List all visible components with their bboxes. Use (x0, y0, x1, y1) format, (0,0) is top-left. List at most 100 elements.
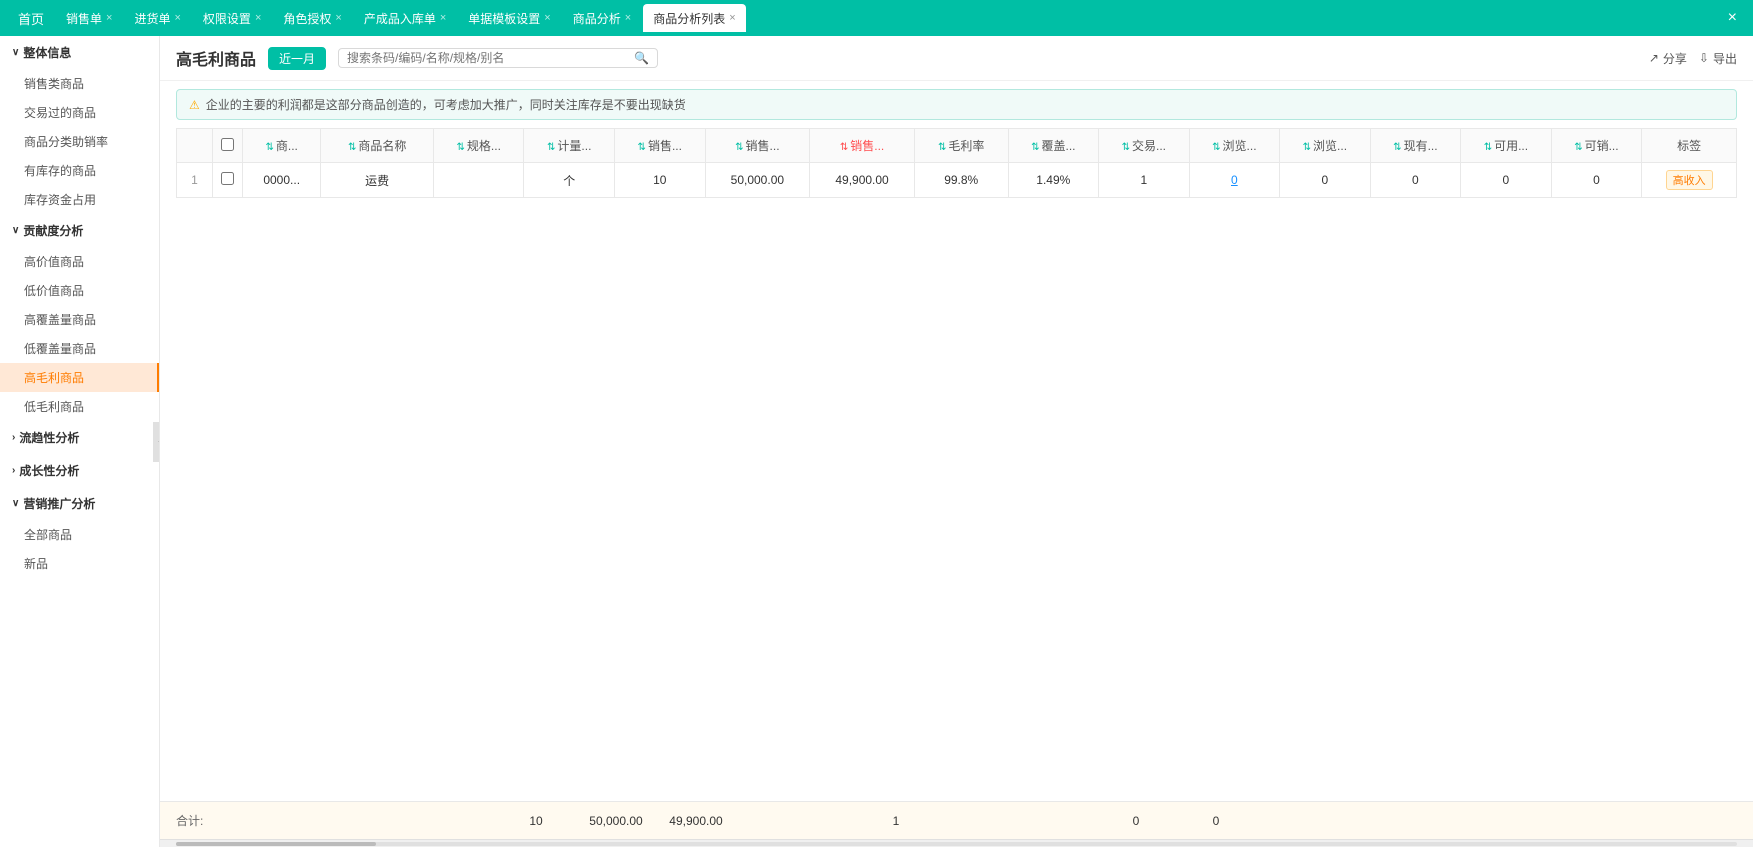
footer-available-stock: 0 (1176, 814, 1256, 828)
share-button[interactable]: ↗ 分享 (1649, 50, 1687, 67)
page-title: 高毛利商品 (176, 46, 256, 70)
table-header: ⇅商... ⇅商品名称 ⇅规格... ⇅计量... ⇅销售... ⇅销售... … (177, 129, 1737, 163)
row-available-stock: 0 (1461, 163, 1552, 198)
row-coverage: 1.49% (1008, 163, 1099, 198)
sidebar-collapse-button[interactable]: « (153, 422, 160, 462)
main-layout: « ∨整体信息销售类商品交易过的商品商品分类助销率有库存的商品库存资金占用∨贡献… (0, 36, 1753, 847)
col-saleable-stock-header[interactable]: ⇅可销... (1551, 129, 1642, 163)
nav-tab-0[interactable]: 销售单× (56, 4, 122, 32)
sidebar-item-0-0[interactable]: 销售类商品 (0, 69, 159, 98)
nav-tab-3[interactable]: 角色授权× (273, 4, 351, 32)
sidebar-item-4-1[interactable]: 新品 (0, 549, 159, 578)
nav-home[interactable]: 首页 (8, 9, 54, 28)
col-browse2-header[interactable]: ⇅浏览... (1280, 129, 1371, 163)
nav-tab-close-6[interactable]: × (625, 12, 631, 24)
row-transactions: 1 (1099, 163, 1190, 198)
footer-current-stock: 0 (1096, 814, 1176, 828)
nav-tab-close-2[interactable]: × (255, 12, 261, 24)
scrollbar-thumb[interactable] (176, 842, 376, 846)
product-table: ⇅商... ⇅商品名称 ⇅规格... ⇅计量... ⇅销售... ⇅销售... … (176, 128, 1737, 198)
row-margin-rate: 99.8% (914, 163, 1008, 198)
sidebar-item-1-1[interactable]: 低价值商品 (0, 276, 159, 305)
sidebar-section-title-4[interactable]: ∨营销推广分析 (0, 487, 159, 520)
nav-tab-4[interactable]: 产成品入库单× (354, 4, 456, 32)
footer-label: 合计: (176, 812, 296, 829)
row-spec (433, 163, 524, 198)
nav-tab-close-4[interactable]: × (440, 12, 446, 24)
export-icon: ⇩ (1699, 51, 1709, 65)
row-checkbox-cell (213, 163, 243, 198)
nav-tab-close-0[interactable]: × (106, 12, 112, 24)
sidebar-section-title-3[interactable]: ›成长性分析 (0, 454, 159, 487)
row-sales-amount: 50,000.00 (705, 163, 810, 198)
nav-tab-close-1[interactable]: × (174, 12, 180, 24)
col-name-header[interactable]: ⇅商品名称 (321, 129, 434, 163)
info-banner: ⚠ 企业的主要的利润都是这部分商品创造的，可考虑加大推广，同时关注库存是不要出现… (176, 89, 1737, 120)
row-checkbox[interactable] (221, 172, 234, 185)
scrollbar-track (176, 842, 1737, 846)
sidebar-item-1-0[interactable]: 高价值商品 (0, 247, 159, 276)
info-banner-text: 企业的主要的利润都是这部分商品创造的，可考虑加大推广，同时关注库存是不要出现缺货 (206, 96, 686, 113)
top-navigation: 首页 销售单×进货单×权限设置×角色授权×产成品入库单×单据模板设置×商品分析×… (0, 0, 1753, 36)
nav-tab-2[interactable]: 权限设置× (193, 4, 271, 32)
col-sales-qty-header[interactable]: ⇅销售... (615, 129, 706, 163)
table-footer: 合计: 10 50,000.00 49,900.00 1 0 0 (160, 801, 1753, 839)
col-available-stock-header[interactable]: ⇅可用... (1461, 129, 1552, 163)
nav-tab-close-3[interactable]: × (335, 12, 341, 24)
tag-badge: 高收入 (1666, 170, 1713, 190)
select-all-checkbox[interactable] (221, 138, 234, 151)
nav-tab-close-7[interactable]: × (729, 12, 735, 24)
footer-cells: 10 50,000.00 49,900.00 1 0 0 (296, 814, 1737, 828)
sidebar-item-0-3[interactable]: 有库存的商品 (0, 156, 159, 185)
sidebar-item-1-5[interactable]: 低毛利商品 (0, 392, 159, 421)
row-tag: 高收入 (1642, 163, 1737, 198)
sidebar-section-2: ›流趋性分析 (0, 421, 159, 454)
col-checkbox (213, 129, 243, 163)
row-current-stock: 0 (1370, 163, 1461, 198)
sidebar-item-1-4[interactable]: 高毛利商品 (0, 363, 159, 392)
content-area: 高毛利商品 近一月 🔍 ↗ 分享 ⇩ 导出 ⚠ 企业的主要的利润都是这部分商品创… (160, 36, 1753, 847)
sidebar-item-0-2[interactable]: 商品分类助销率 (0, 127, 159, 156)
col-header[interactable]: ⇅商... (243, 129, 321, 163)
table-body: 1 0000... 运费 个 10 50,000.00 49,900.00 99… (177, 163, 1737, 198)
sidebar-item-1-3[interactable]: 低覆盖量商品 (0, 334, 159, 363)
row-code: 0000... (243, 163, 321, 198)
content-header: 高毛利商品 近一月 🔍 ↗ 分享 ⇩ 导出 (160, 36, 1753, 81)
export-button[interactable]: ⇩ 导出 (1699, 50, 1737, 67)
sidebar-section-title-2[interactable]: ›流趋性分析 (0, 421, 159, 454)
sidebar-item-0-1[interactable]: 交易过的商品 (0, 98, 159, 127)
col-current-stock-header[interactable]: ⇅现有... (1370, 129, 1461, 163)
sidebar-section-1: ∨贡献度分析高价值商品低价值商品高覆盖量商品低覆盖量商品高毛利商品低毛利商品 (0, 214, 159, 421)
col-unit-header[interactable]: ⇅计量... (524, 129, 615, 163)
bottom-scrollbar[interactable] (160, 839, 1753, 847)
col-transactions-header[interactable]: ⇅交易... (1099, 129, 1190, 163)
header-actions: ↗ 分享 ⇩ 导出 (1649, 50, 1737, 67)
col-margin-header[interactable]: ⇅毛利率 (914, 129, 1008, 163)
close-all-tabs-button[interactable]: × (1720, 9, 1745, 27)
col-spec-header[interactable]: ⇅规格... (433, 129, 524, 163)
row-browse1[interactable]: 0 (1189, 163, 1280, 198)
search-icon[interactable]: 🔍 (634, 51, 649, 65)
table-container: ⇅商... ⇅商品名称 ⇅规格... ⇅计量... ⇅销售... ⇅销售... … (160, 128, 1753, 801)
col-sales-amount-header[interactable]: ⇅销售... (705, 129, 810, 163)
sidebar-item-0-4[interactable]: 库存资金占用 (0, 185, 159, 214)
col-sales-profit-header[interactable]: ⇅销售... (810, 129, 915, 163)
sidebar-item-4-0[interactable]: 全部商品 (0, 520, 159, 549)
filter-recent-month-button[interactable]: 近一月 (268, 47, 326, 70)
sidebar-section-title-1[interactable]: ∨贡献度分析 (0, 214, 159, 247)
row-num: 1 (177, 163, 213, 198)
nav-tab-close-5[interactable]: × (544, 12, 550, 24)
nav-tab-6[interactable]: 商品分析× (563, 4, 641, 32)
nav-tab-5[interactable]: 单据模板设置× (458, 4, 560, 32)
sidebar-item-1-2[interactable]: 高覆盖量商品 (0, 305, 159, 334)
row-name: 运费 (321, 163, 434, 198)
nav-tab-1[interactable]: 进货单× (124, 4, 190, 32)
col-browse1-header[interactable]: ⇅浏览... (1189, 129, 1280, 163)
search-input[interactable] (347, 51, 628, 65)
col-coverage-header[interactable]: ⇅覆盖... (1008, 129, 1099, 163)
sidebar-section-3: ›成长性分析 (0, 454, 159, 487)
share-icon: ↗ (1649, 51, 1659, 65)
nav-tab-7[interactable]: 商品分析列表× (643, 4, 745, 32)
nav-tabs: 销售单×进货单×权限设置×角色授权×产成品入库单×单据模板设置×商品分析×商品分… (56, 4, 746, 32)
sidebar-section-title-0[interactable]: ∨整体信息 (0, 36, 159, 69)
